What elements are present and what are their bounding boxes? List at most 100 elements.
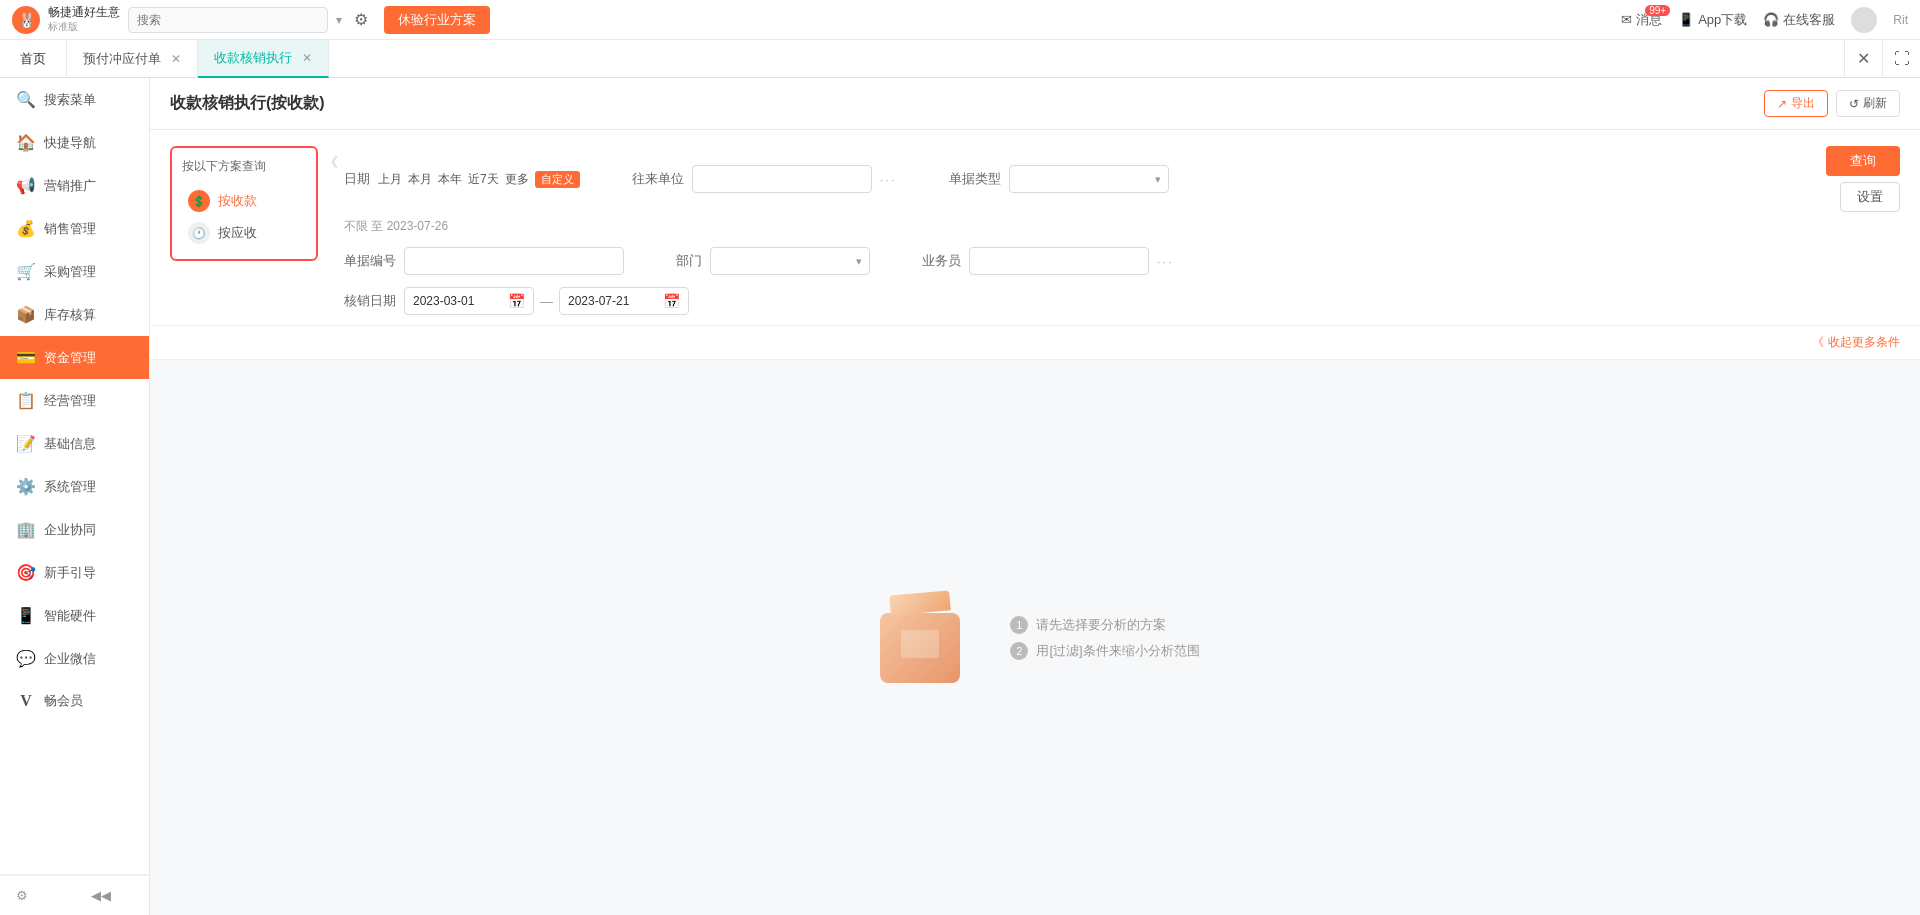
search-icon: 🔍: [16, 90, 36, 109]
filter-row-2: 单据编号 部门 ▾ 业务员: [344, 247, 1900, 275]
service-icon: 🎧: [1763, 12, 1779, 27]
tab-prepay[interactable]: 预付冲应付单 ✕: [67, 40, 198, 78]
refresh-button[interactable]: ↺ 刷新: [1836, 90, 1900, 117]
date-btn-last-month[interactable]: 上月: [378, 171, 402, 188]
message-button[interactable]: ✉ 消息 99+: [1621, 11, 1662, 29]
counterparty-dots-icon[interactable]: ···: [880, 172, 897, 187]
query-option-receipt[interactable]: 💲 按收款: [182, 185, 306, 217]
sidebar-settings-btn[interactable]: ⚙: [0, 876, 75, 915]
sidebar-item-marketing[interactable]: 📢 营销推广: [0, 164, 149, 207]
empty-state-area: 1 请先选择要分析的方案 2 用[过滤]条件来缩小分析范围: [150, 360, 1920, 915]
sidebar-item-system[interactable]: ⚙️ 系统管理: [0, 465, 149, 508]
sidebar-label-purchase: 采购管理: [44, 263, 96, 281]
settings-button[interactable]: 设置: [1840, 182, 1900, 212]
sidebar-label-hardware: 智能硬件: [44, 607, 96, 625]
sidebar: 🔍 搜索菜单 🏠 快捷导航 📢 营销推广 💰 销售管理 🛒 采购管理 📦 库存核…: [0, 78, 150, 915]
tabbar-actions: ✕ ⛶: [1844, 40, 1920, 78]
sidebar-item-finance[interactable]: 💳 资金管理: [0, 336, 149, 379]
search-input[interactable]: [128, 7, 328, 33]
empty-illustration: [870, 593, 970, 683]
empty-box-lid: [890, 590, 952, 615]
doc-number-input[interactable]: [404, 247, 624, 275]
content-header: 收款核销执行(按收款) ↗ 导出 ↺ 刷新: [150, 78, 1920, 130]
online-service-button[interactable]: 🎧 在线客服: [1763, 11, 1835, 29]
user-avatar[interactable]: [1851, 7, 1877, 33]
counterparty-label: 往来单位: [632, 170, 684, 188]
filter-row-1: 日期 上月 本月 本年 近7天 更多 自定义: [344, 146, 1900, 212]
collapse-more-label: 收起更多条件: [1828, 334, 1900, 351]
brand: 畅捷通好生意 标准版: [48, 5, 120, 33]
collapse-more-btn[interactable]: 《 收起更多条件: [1812, 334, 1900, 351]
date-options: 上月 本月 本年 近7天 更多 自定义: [378, 171, 580, 188]
finance-icon: 💳: [16, 348, 36, 367]
tab-writeoff[interactable]: 收款核销执行 ✕: [198, 40, 329, 78]
writeoff-date-end-value: 2023-07-21: [568, 294, 629, 308]
sidebar-collapse-btn[interactable]: ◀◀: [75, 876, 150, 915]
sidebar-item-hardware[interactable]: 📱 智能硬件: [0, 594, 149, 637]
doc-type-select[interactable]: [1009, 165, 1169, 193]
sidebar-label-search-menu: 搜索菜单: [44, 91, 96, 109]
message-badge: 99+: [1645, 5, 1670, 16]
sidebar-item-sales[interactable]: 💰 销售管理: [0, 207, 149, 250]
empty-tips: 1 请先选择要分析的方案 2 用[过滤]条件来缩小分析范围: [1010, 616, 1199, 660]
collapse-up-icon: 《: [1812, 334, 1824, 351]
sidebar-item-inventory[interactable]: 📦 库存核算: [0, 293, 149, 336]
home-icon: 🏠: [16, 133, 36, 152]
tip-2-number: 2: [1010, 642, 1028, 660]
sidebar-item-search-menu[interactable]: 🔍 搜索菜单: [0, 78, 149, 121]
query-panel-title: 按以下方案查询: [182, 158, 306, 175]
staff-input[interactable]: [969, 247, 1149, 275]
writeoff-date-start-input[interactable]: 2023-03-01 📅: [404, 287, 534, 315]
expand-tab-btn[interactable]: ⛶: [1882, 40, 1920, 78]
username-label: Rit: [1893, 13, 1908, 27]
sidebar-item-guide[interactable]: 🎯 新手引导: [0, 551, 149, 594]
close-tab-btn[interactable]: ✕: [1844, 40, 1882, 78]
sidebar-item-enterprise[interactable]: 🏢 企业协同: [0, 508, 149, 551]
tab-home[interactable]: 首页: [0, 40, 67, 78]
sidebar-item-wechat[interactable]: 💬 企业微信: [0, 637, 149, 680]
date-btn-this-month[interactable]: 本月: [408, 171, 432, 188]
panel-collapse-btn[interactable]: 《: [318, 146, 344, 180]
sidebar-label-system: 系统管理: [44, 478, 96, 496]
query-option-receivable[interactable]: 🕐 按应收: [182, 217, 306, 249]
collapse-more-bar: 《 收起更多条件: [150, 326, 1920, 360]
doc-number-label: 单据编号: [344, 252, 396, 270]
sidebar-item-operations[interactable]: 📋 经营管理: [0, 379, 149, 422]
filter-area: 按以下方案查询 💲 按收款 🕐 按应收 《: [150, 130, 1920, 326]
date-separator: —: [540, 294, 553, 309]
department-label: 部门: [676, 252, 702, 270]
tab-prepay-close-icon[interactable]: ✕: [171, 52, 181, 66]
filter-department: 部门 ▾: [676, 247, 870, 275]
date-btn-more[interactable]: 更多: [505, 171, 529, 188]
calendar-end-icon: 📅: [663, 293, 680, 309]
query-button[interactable]: 查询: [1826, 146, 1900, 176]
sidebar-label-quick-nav: 快捷导航: [44, 134, 96, 152]
staff-label: 业务员: [922, 252, 961, 270]
sidebar-item-quick-nav[interactable]: 🏠 快捷导航: [0, 121, 149, 164]
sidebar-item-member[interactable]: V 畅会员: [0, 680, 149, 722]
empty-state: 1 请先选择要分析的方案 2 用[过滤]条件来缩小分析范围: [870, 593, 1199, 683]
date-btn-this-year[interactable]: 本年: [438, 171, 462, 188]
tab-writeoff-close-icon[interactable]: ✕: [302, 51, 312, 65]
staff-dots-icon[interactable]: ···: [1157, 254, 1174, 269]
counterparty-input[interactable]: [692, 165, 872, 193]
writeoff-date-end-input[interactable]: 2023-07-21 📅: [559, 287, 689, 315]
gear-icon[interactable]: ⚙: [354, 10, 368, 29]
date-label: 日期: [344, 170, 370, 188]
tip-2-text: 用[过滤]条件来缩小分析范围: [1036, 642, 1199, 660]
date-btn-7days[interactable]: 近7天: [468, 171, 499, 188]
marketing-icon: 📢: [16, 176, 36, 195]
sidebar-item-basic-info[interactable]: 📝 基础信息: [0, 422, 149, 465]
filter-staff: 业务员 ···: [922, 247, 1174, 275]
export-button[interactable]: ↗ 导出: [1764, 90, 1828, 117]
solution-button[interactable]: 休验行业方案: [384, 6, 490, 34]
app-download-button[interactable]: 📱 App下载: [1678, 11, 1747, 29]
dropdown-arrow-icon[interactable]: ▾: [336, 13, 342, 27]
sidebar-label-guide: 新手引导: [44, 564, 96, 582]
date-btn-custom[interactable]: 自定义: [535, 171, 580, 188]
tabbar: 首页 预付冲应付单 ✕ 收款核销执行 ✕ ✕ ⛶: [0, 40, 1920, 78]
doc-type-select-wrap: ▾: [1009, 165, 1169, 193]
sidebar-label-wechat: 企业微信: [44, 650, 96, 668]
department-select[interactable]: [710, 247, 870, 275]
sidebar-item-purchase[interactable]: 🛒 采购管理: [0, 250, 149, 293]
